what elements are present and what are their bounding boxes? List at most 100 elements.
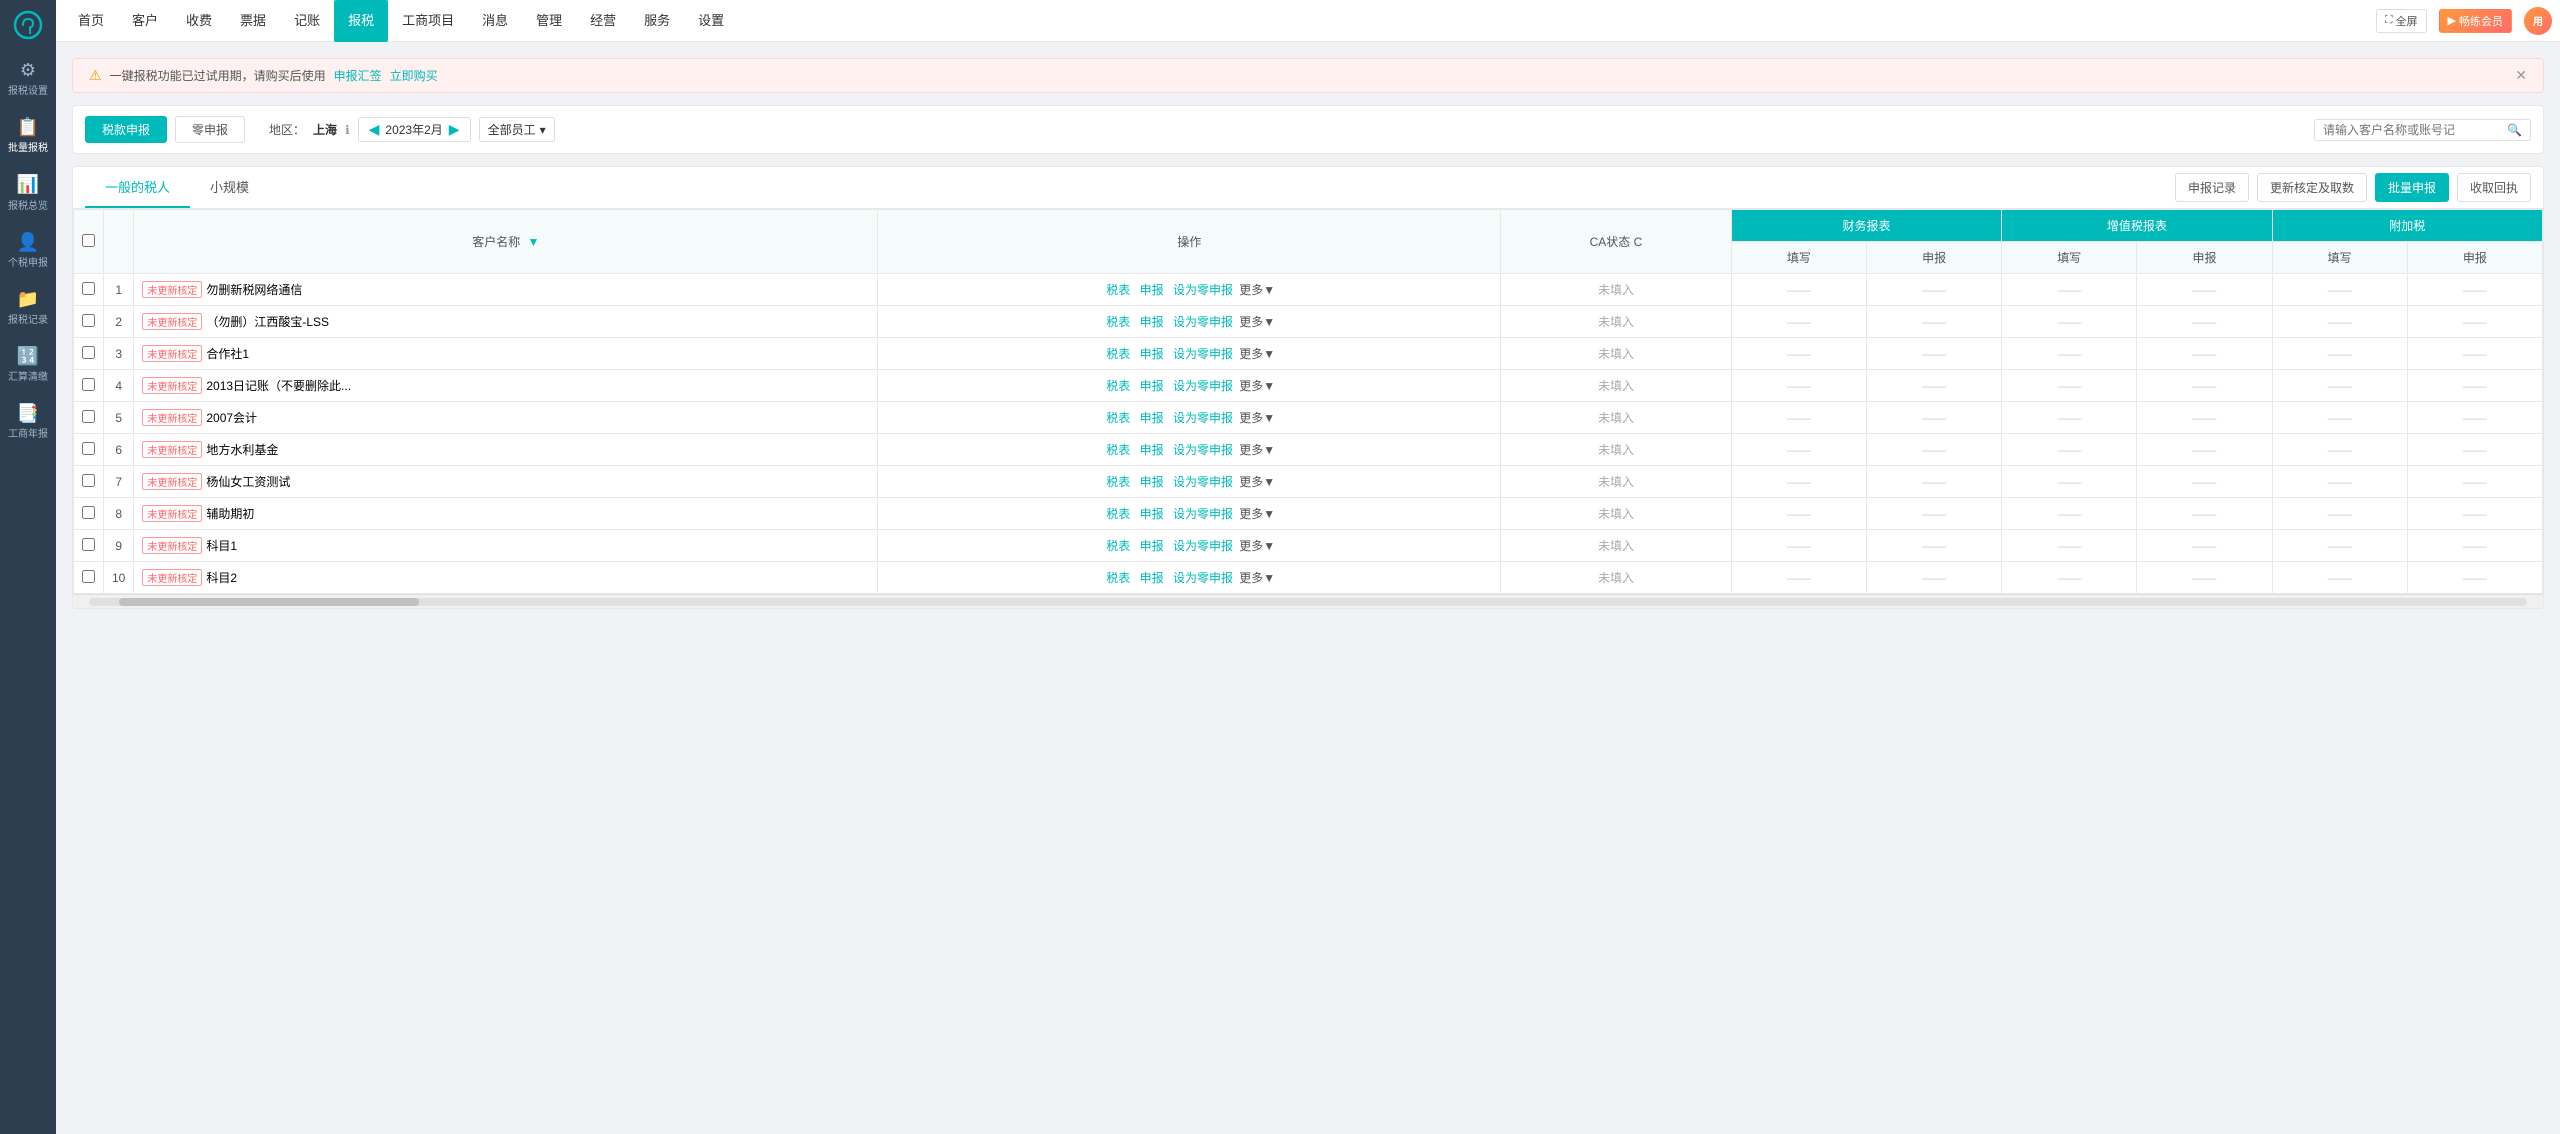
op-more[interactable]: 更多▼ xyxy=(1239,539,1275,553)
sidebar-item-personal-tax[interactable]: 👤 个税申报 xyxy=(0,222,56,279)
op-zero-declare[interactable]: 设为零申报 xyxy=(1173,571,1233,585)
op-more[interactable]: 更多▼ xyxy=(1239,507,1275,521)
info-icon[interactable]: ℹ xyxy=(345,123,350,137)
op-declare[interactable]: 申报 xyxy=(1140,411,1164,425)
nav-home[interactable]: 首页 xyxy=(64,0,118,42)
op-taxform[interactable]: 税表 xyxy=(1106,571,1130,585)
th-tax-declare: 申报 xyxy=(2137,242,2272,274)
op-taxform[interactable]: 税表 xyxy=(1106,379,1130,393)
row-checkbox[interactable] xyxy=(82,314,95,327)
sidebar-item-tax-settings[interactable]: ⚙ 报税设置 xyxy=(0,50,56,107)
op-zero-declare[interactable]: 设为零申报 xyxy=(1173,539,1233,553)
op-taxform[interactable]: 税表 xyxy=(1106,539,1130,553)
banner-link-declare[interactable]: 申报汇签 xyxy=(334,67,382,84)
op-declare[interactable]: 申报 xyxy=(1140,539,1164,553)
row-checkbox[interactable] xyxy=(82,410,95,423)
op-taxform[interactable]: 税表 xyxy=(1106,507,1130,521)
upgrade-button[interactable]: ▶ 畅练会员 xyxy=(2439,9,2512,33)
nav-messages[interactable]: 消息 xyxy=(468,0,522,42)
search-icon[interactable]: 🔍 xyxy=(2507,123,2522,137)
row-checkbox[interactable] xyxy=(82,346,95,359)
row-checkbox[interactable] xyxy=(82,538,95,551)
op-taxform[interactable]: 税表 xyxy=(1106,315,1130,329)
row-checkbox[interactable] xyxy=(82,570,95,583)
op-more[interactable]: 更多▼ xyxy=(1239,379,1275,393)
op-more[interactable]: 更多▼ xyxy=(1239,475,1275,489)
folder-icon: 📁 xyxy=(17,287,39,312)
nav-clients[interactable]: 客户 xyxy=(118,0,172,42)
op-declare[interactable]: 申报 xyxy=(1140,315,1164,329)
search-input[interactable] xyxy=(2323,123,2503,137)
op-declare[interactable]: 申报 xyxy=(1140,347,1164,361)
row-checkbox[interactable] xyxy=(82,378,95,391)
subtab-small-scale[interactable]: 小规模 xyxy=(190,167,269,208)
collect-refund-button[interactable]: 收取回执 xyxy=(2457,173,2531,202)
nav-management[interactable]: 管理 xyxy=(522,0,576,42)
op-zero-declare[interactable]: 设为零申报 xyxy=(1173,379,1233,393)
op-more[interactable]: 更多▼ xyxy=(1239,315,1275,329)
banner-close-button[interactable]: ✕ xyxy=(2515,67,2527,84)
op-declare[interactable]: 申报 xyxy=(1140,507,1164,521)
op-more[interactable]: 更多▼ xyxy=(1239,283,1275,297)
batch-declare-button[interactable]: 批量申报 xyxy=(2375,173,2449,202)
sidebar-item-tax-records[interactable]: 📁 报税记录 xyxy=(0,279,56,336)
op-declare[interactable]: 申报 xyxy=(1140,571,1164,585)
th-select xyxy=(74,210,104,274)
nav-billing[interactable]: 收费 xyxy=(172,0,226,42)
op-zero-declare[interactable]: 设为零申报 xyxy=(1173,315,1233,329)
op-zero-declare[interactable]: 设为零申报 xyxy=(1173,347,1233,361)
op-taxform[interactable]: 税表 xyxy=(1106,411,1130,425)
row-checkbox[interactable] xyxy=(82,474,95,487)
date-next-button[interactable]: ▶ xyxy=(449,121,460,138)
nav-invoices[interactable]: 票据 xyxy=(226,0,280,42)
op-zero-declare[interactable]: 设为零申报 xyxy=(1173,475,1233,489)
op-zero-declare[interactable]: 设为零申报 xyxy=(1173,507,1233,521)
row-checkbox[interactable] xyxy=(82,506,95,519)
tab-zero-report[interactable]: 零申报 xyxy=(175,116,245,143)
date-prev-button[interactable]: ◀ xyxy=(369,121,380,138)
select-all-checkbox[interactable] xyxy=(82,234,95,247)
scroll-thumb[interactable] xyxy=(119,598,419,606)
user-avatar[interactable]: 用 xyxy=(2524,7,2552,35)
sidebar-item-batch-tax[interactable]: 📋 批量报税 xyxy=(0,107,56,164)
op-more[interactable]: 更多▼ xyxy=(1239,443,1275,457)
nav-tax[interactable]: 报税 xyxy=(334,0,388,42)
row-tax-declare: —— xyxy=(2137,530,2272,562)
fullscreen-button[interactable]: ⛶ 全屏 xyxy=(2376,9,2427,33)
horizontal-scrollbar[interactable] xyxy=(73,594,2543,608)
op-zero-declare[interactable]: 设为零申报 xyxy=(1173,283,1233,297)
op-more[interactable]: 更多▼ xyxy=(1239,347,1275,361)
tab-tax-declaration[interactable]: 税款申报 xyxy=(85,116,167,143)
op-taxform[interactable]: 税表 xyxy=(1106,475,1130,489)
op-declare[interactable]: 申报 xyxy=(1140,283,1164,297)
sidebar-item-calc-clear[interactable]: 🔢 汇算清缴 xyxy=(0,336,56,393)
update-quota-button[interactable]: 更新核定及取数 xyxy=(2257,173,2367,202)
chevron-down-icon: ▾ xyxy=(540,123,546,137)
op-taxform[interactable]: 税表 xyxy=(1106,283,1130,297)
nav-settings[interactable]: 设置 xyxy=(684,0,738,42)
sidebar-item-biz-annual[interactable]: 📑 工商年报 xyxy=(0,393,56,450)
op-taxform[interactable]: 税表 xyxy=(1106,347,1130,361)
nav-services[interactable]: 服务 xyxy=(630,0,684,42)
row-extra-declare: —— xyxy=(2407,562,2542,594)
op-taxform[interactable]: 税表 xyxy=(1106,443,1130,457)
op-more[interactable]: 更多▼ xyxy=(1239,411,1275,425)
sidebar-item-tax-overview[interactable]: 📊 报税总览 xyxy=(0,164,56,221)
nav-operations[interactable]: 经营 xyxy=(576,0,630,42)
op-zero-declare[interactable]: 设为零申报 xyxy=(1173,411,1233,425)
row-checkbox[interactable] xyxy=(82,442,95,455)
op-zero-declare[interactable]: 设为零申报 xyxy=(1173,443,1233,457)
sort-icon[interactable]: ▼ xyxy=(528,235,540,249)
nav-accounts[interactable]: 记账 xyxy=(280,0,334,42)
declare-record-button[interactable]: 申报记录 xyxy=(2175,173,2249,202)
row-ca-status: 未填入 xyxy=(1501,338,1732,370)
op-declare[interactable]: 申报 xyxy=(1140,443,1164,457)
op-declare[interactable]: 申报 xyxy=(1140,379,1164,393)
op-more[interactable]: 更多▼ xyxy=(1239,571,1275,585)
op-declare[interactable]: 申报 xyxy=(1140,475,1164,489)
row-checkbox[interactable] xyxy=(82,282,95,295)
banner-link-buy[interactable]: 立即购买 xyxy=(390,67,438,84)
nav-biz-projects[interactable]: 工商项目 xyxy=(388,0,468,42)
subtab-general-taxpayer[interactable]: 一般的税人 xyxy=(85,167,190,208)
employee-filter[interactable]: 全部员工 ▾ xyxy=(479,117,555,142)
